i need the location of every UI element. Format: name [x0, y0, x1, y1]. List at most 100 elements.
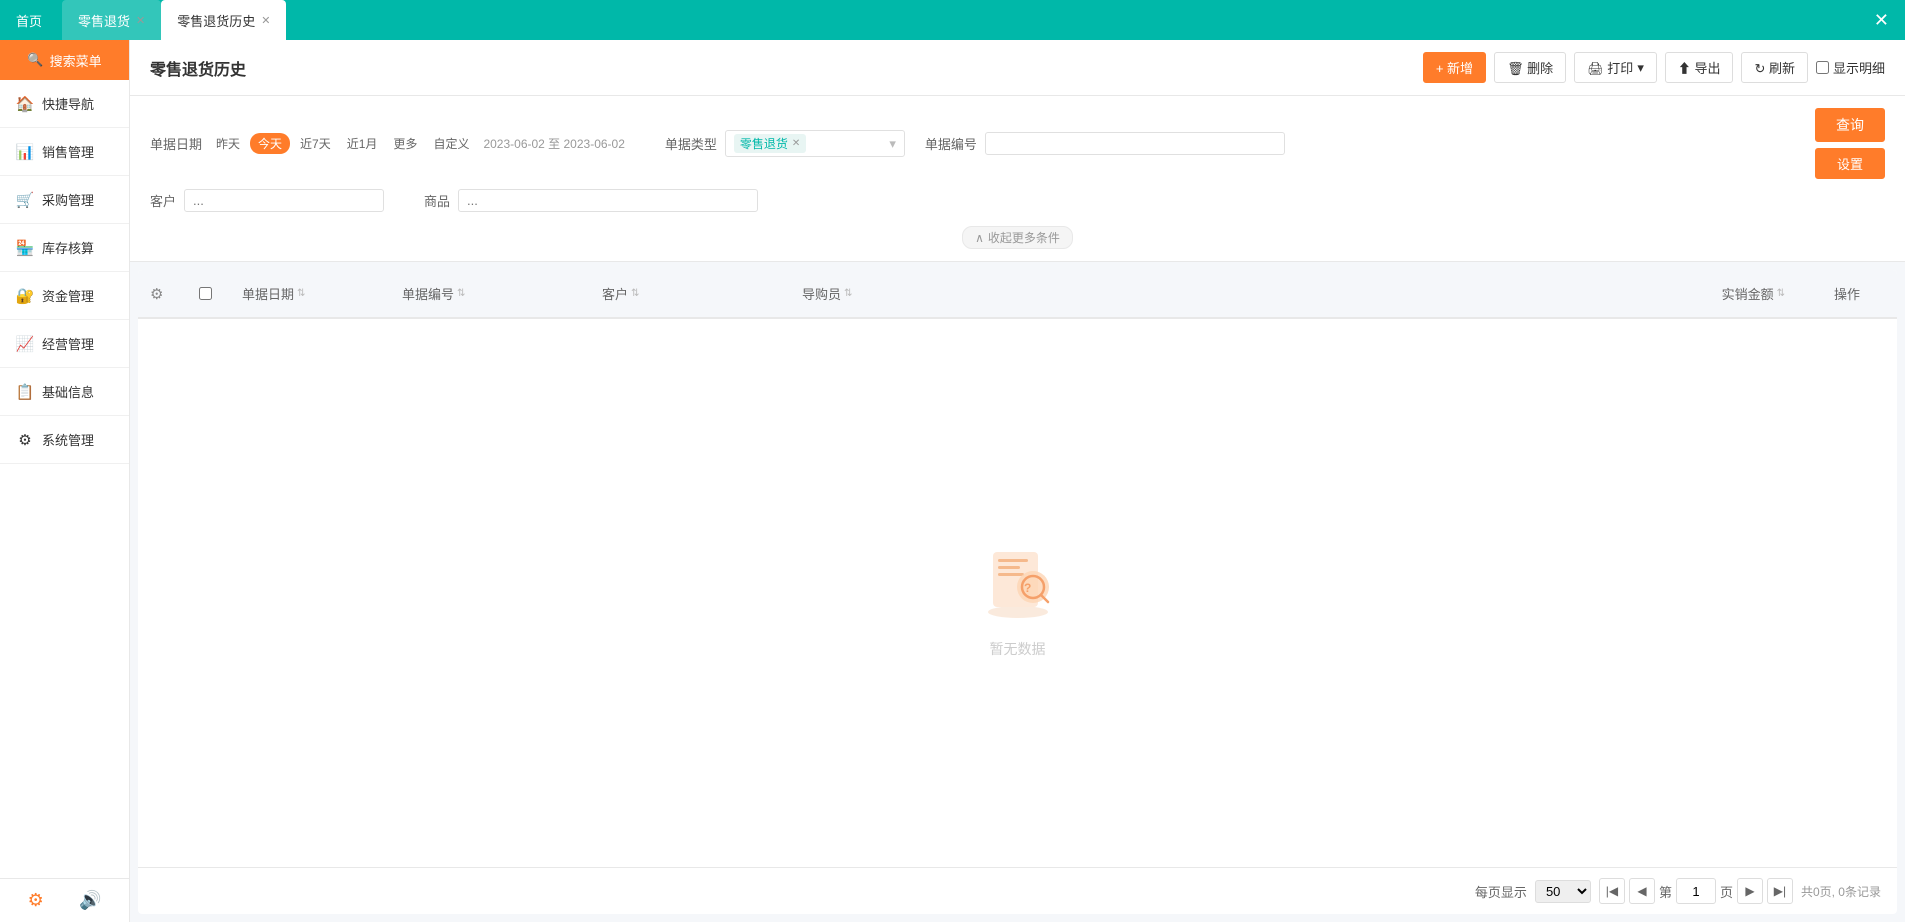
- filter-bill-no-input[interactable]: [985, 132, 1285, 155]
- date-option-today[interactable]: 今天: [250, 133, 290, 154]
- delete-button-label: 🗑 删除: [1507, 58, 1553, 77]
- th-date-sort-icon[interactable]: ⇅: [297, 290, 305, 298]
- filter-bill-type-item: 单据类型 零售退货 ✕ ▾: [665, 130, 905, 157]
- header-actions: + 新增 🗑 删除 🖨 打印 ▾ ⬆ 导出 ↻ 刷新 显示明细: [1423, 52, 1885, 83]
- th-customer-sort-icon[interactable]: ⇅: [631, 290, 639, 298]
- pagination-page-input[interactable]: [1676, 878, 1716, 904]
- th-customer-label: 客户: [602, 284, 628, 303]
- sidebar-item-system-label: 系统管理: [42, 430, 94, 449]
- pagination-next-button[interactable]: ▶: [1737, 878, 1763, 904]
- sidebar-item-finance[interactable]: 🔐 资金管理: [0, 272, 129, 320]
- tab-retail-return-history-label: 零售退货历史: [177, 11, 255, 30]
- sidebar-item-sales-mgmt[interactable]: 📊 销售管理: [0, 128, 129, 176]
- tab-retail-return[interactable]: 零售退货 ✕: [62, 0, 161, 40]
- query-setting-panel: 查询 设置: [1815, 108, 1885, 179]
- export-button-label: ⬆ 导出: [1678, 58, 1721, 77]
- filter-row-1: 单据日期 昨天 今天 近7天 近1月 更多 自定义 2023-06-02 至 2…: [150, 108, 1885, 179]
- display-toggle[interactable]: 显示明细: [1816, 58, 1885, 77]
- filter-row-2: 客户 商品: [150, 189, 1885, 212]
- new-button-label: + 新增: [1436, 58, 1473, 77]
- date-option-yesterday[interactable]: 昨天: [210, 133, 246, 154]
- th-customer: 客户 ⇅: [590, 278, 790, 309]
- print-button-label: 🖨 打印: [1587, 58, 1633, 77]
- sidebar-item-system[interactable]: ⚙ 系统管理: [0, 416, 129, 464]
- settings-bottom-icon[interactable]: ⚙: [28, 890, 44, 911]
- th-bill-no-sort-icon[interactable]: ⇅: [457, 290, 465, 298]
- setting-button[interactable]: 设置: [1815, 148, 1885, 179]
- sidebar-item-quick-nav[interactable]: 🏠 快捷导航: [0, 80, 129, 128]
- purchase-icon: 🛒: [16, 191, 34, 209]
- sidebar-menu: 🏠 快捷导航 📊 销售管理 🛒 采购管理 🏪 库存核算 🔐 资金管理 📈: [0, 80, 129, 878]
- filter-bill-type-tag-text: 零售退货: [740, 135, 788, 152]
- display-toggle-checkbox[interactable]: [1816, 61, 1829, 74]
- sidebar-search-button[interactable]: 🔍 搜索菜单: [0, 40, 129, 80]
- tab-retail-return-label: 零售退货: [78, 11, 130, 30]
- filter-bill-type-select[interactable]: 零售退货 ✕ ▾: [725, 130, 905, 157]
- collapse-up-icon: ∧: [975, 231, 984, 245]
- filter-customer-input[interactable]: [184, 189, 384, 212]
- pagination-page-size-select[interactable]: 50 10 20 100: [1535, 880, 1591, 903]
- empty-state: ? 暂无数据: [138, 319, 1897, 867]
- pagination-page-size-label: 每页显示: [1475, 882, 1527, 901]
- pagination-page-text: 第: [1659, 882, 1672, 901]
- th-action: 操作: [1797, 278, 1897, 309]
- sidebar-item-inventory[interactable]: 🏪 库存核算: [0, 224, 129, 272]
- pagination: 每页显示 50 10 20 100 |◀ ◀ 第 页 ▶ ▶| 共0页, 0条记…: [138, 867, 1897, 914]
- filter-date-item: 单据日期 昨天 今天 近7天 近1月 更多 自定义: [150, 133, 475, 154]
- sidebar: 🔍 搜索菜单 🏠 快捷导航 📊 销售管理 🛒 采购管理 🏪 库存核算 🔐: [0, 40, 130, 922]
- pagination-prev-button[interactable]: ◀: [1629, 878, 1655, 904]
- sidebar-item-basic-info-label: 基础信息: [42, 382, 94, 401]
- filter-goods-input[interactable]: [458, 189, 758, 212]
- page-header: 零售退货历史 + 新增 🗑 删除 🖨 打印 ▾ ⬆ 导出 ↻ 刷新: [130, 40, 1905, 96]
- th-guide-sort-icon[interactable]: ⇅: [844, 290, 852, 298]
- th-settings: ⚙: [138, 279, 180, 309]
- filter-customer-item: 客户: [150, 189, 384, 212]
- sidebar-item-operations[interactable]: 📈 经营管理: [0, 320, 129, 368]
- select-all-checkbox[interactable]: [199, 287, 212, 300]
- collapse-button[interactable]: ∧ 收起更多条件: [962, 226, 1073, 249]
- tab-retail-return-history[interactable]: 零售退货历史 ✕: [161, 0, 286, 40]
- window-close-button[interactable]: ✕: [1858, 10, 1905, 31]
- print-button[interactable]: 🖨 打印 ▾: [1574, 52, 1657, 83]
- tab-retail-return-close[interactable]: ✕: [136, 14, 145, 27]
- content-area: 零售退货历史 + 新增 🗑 删除 🖨 打印 ▾ ⬆ 导出 ↻ 刷新: [130, 40, 1905, 922]
- sidebar-bottom: ⚙ 🔊: [0, 878, 129, 922]
- volume-bottom-icon[interactable]: 🔊: [79, 890, 101, 911]
- delete-button[interactable]: 🗑 删除: [1494, 52, 1566, 83]
- empty-text: 暂无数据: [990, 639, 1046, 659]
- th-bill-no: 单据编号 ⇅: [390, 278, 590, 309]
- date-option-more[interactable]: 更多: [387, 133, 423, 154]
- date-option-1month[interactable]: 近1月: [341, 133, 384, 154]
- pagination-last-button[interactable]: ▶|: [1767, 878, 1793, 904]
- filter-date-options: 昨天 今天 近7天 近1月 更多 自定义: [210, 133, 475, 154]
- pagination-first-button[interactable]: |◀: [1599, 878, 1625, 904]
- new-button[interactable]: + 新增: [1423, 52, 1486, 83]
- filter-bill-no-label: 单据编号: [925, 134, 977, 153]
- date-option-7days[interactable]: 近7天: [294, 133, 337, 154]
- refresh-button[interactable]: ↻ 刷新: [1741, 52, 1808, 83]
- export-button[interactable]: ⬆ 导出: [1665, 52, 1734, 83]
- th-amount-label: 实销金额: [1722, 284, 1774, 303]
- sidebar-item-basic-info[interactable]: 📋 基础信息: [0, 368, 129, 416]
- tab-retail-return-history-close[interactable]: ✕: [261, 14, 270, 27]
- th-action-label: 操作: [1834, 284, 1860, 303]
- operations-icon: 📈: [16, 335, 34, 353]
- pagination-total-text: 共0页, 0条记录: [1801, 883, 1881, 900]
- sidebar-item-finance-label: 资金管理: [42, 286, 94, 305]
- filter-bill-type-tag-close[interactable]: ✕: [792, 138, 800, 149]
- display-toggle-label: 显示明细: [1833, 58, 1885, 77]
- th-date: 单据日期 ⇅: [230, 278, 390, 309]
- collapse-button-label: 收起更多条件: [988, 229, 1060, 246]
- sidebar-item-purchase-mgmt[interactable]: 🛒 采购管理: [0, 176, 129, 224]
- th-checkbox: [180, 281, 230, 306]
- table-settings-icon[interactable]: ⚙: [150, 285, 163, 303]
- filter-date-label: 单据日期: [150, 134, 202, 153]
- tab-list: 首页 零售退货 ✕ 零售退货历史 ✕: [0, 0, 1858, 40]
- tab-home[interactable]: 首页: [0, 0, 58, 40]
- th-amount-sort-icon[interactable]: ⇅: [1777, 290, 1785, 298]
- th-guide-label: 导购员: [802, 284, 841, 303]
- date-option-custom[interactable]: 自定义: [427, 133, 475, 154]
- query-button[interactable]: 查询: [1815, 108, 1885, 142]
- sales-icon: 📊: [16, 143, 34, 161]
- system-icon: ⚙: [16, 431, 34, 449]
